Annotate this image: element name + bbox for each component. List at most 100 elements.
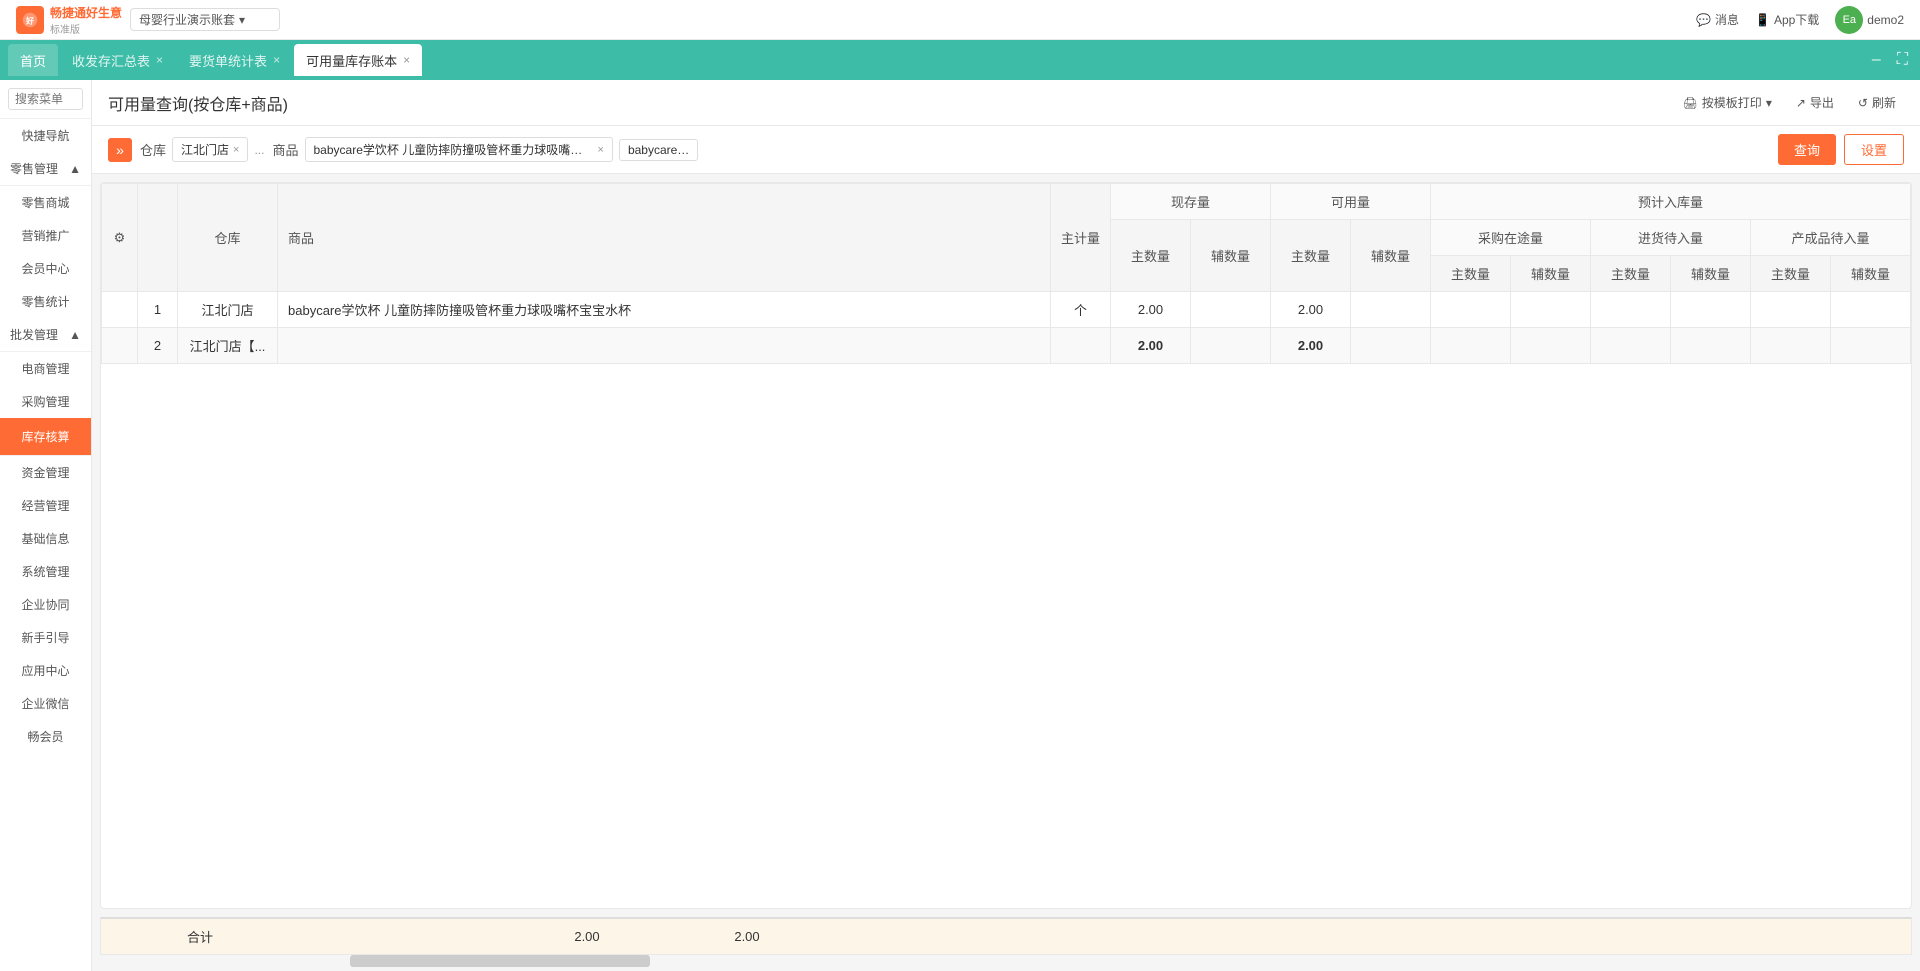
sidebar: 快捷导航 零售管理 ▲ 零售商城 营销推广 会员中心 零售统计 批发管理 ▲ 电…: [0, 80, 92, 971]
sidebar-search-area: [0, 80, 91, 119]
data-table-container: ⚙ 仓库 商品 主计量: [100, 182, 1912, 909]
tab-receive-summary[interactable]: 收发存汇总表 ×: [60, 44, 175, 76]
warehouse-more[interactable]: ...: [254, 143, 264, 157]
user-profile[interactable]: Ea demo2: [1835, 6, 1904, 34]
industry-select-label: 母婴行业演示账套: [139, 11, 235, 28]
td-stock-aux: [1191, 292, 1271, 328]
sidebar-item-purchase-mgmt[interactable]: 采购管理: [0, 385, 91, 418]
subtotal-no: 2: [138, 328, 178, 364]
sidebar-item-finance-mgmt[interactable]: 资金管理: [0, 456, 91, 489]
message-icon: 💬: [1696, 13, 1711, 27]
sidebar-item-retail-stats[interactable]: 零售统计: [0, 285, 91, 318]
refresh-btn[interactable]: ↺ 刷新: [1850, 90, 1904, 115]
sidebar-item-system-mgmt[interactable]: 系统管理: [0, 555, 91, 588]
th-expected-in: 预计入库量: [1431, 184, 1911, 220]
tab-available-stock[interactable]: 可用量库存账本 ×: [294, 44, 422, 76]
sidebar-item-basic-info[interactable]: 基础信息: [0, 522, 91, 555]
sidebar-section-retail-mgmt[interactable]: 零售管理 ▲: [0, 152, 91, 186]
app-download-label: App下载: [1774, 11, 1819, 28]
sidebar-item-retail-mall[interactable]: 零售商城: [0, 186, 91, 219]
td-settings: [102, 292, 138, 328]
th-current-stock: 现存量: [1111, 184, 1271, 220]
tab-receive-summary-close[interactable]: ×: [156, 54, 163, 66]
subtotal-prodp-main: [1751, 328, 1831, 364]
th-available: 可用量: [1271, 184, 1431, 220]
td-warehouse: 江北门店: [178, 292, 278, 328]
total-footer: 合计 2.00 2.00: [100, 917, 1912, 955]
th-stock-main: 主数量: [1111, 220, 1191, 292]
sidebar-item-app-center[interactable]: 应用中心: [0, 654, 91, 687]
sidebar-section-wholesale-mgmt[interactable]: 批发管理 ▲: [0, 318, 91, 352]
sidebar-item-ops-mgmt[interactable]: 经营管理: [0, 489, 91, 522]
export-btn[interactable]: ↗ 导出: [1788, 90, 1842, 115]
sidebar-item-enterprise-coop[interactable]: 企业协同: [0, 588, 91, 621]
product-tag-1[interactable]: babycare学饮杯 儿童防摔防撞吸管杯重力球吸嘴杯宝宝水杯 ×: [305, 137, 613, 162]
template-print-btn[interactable]: 🖨 按模板打印 ▾: [1675, 90, 1780, 115]
sub-brand: 标准版: [50, 21, 122, 36]
tab-purchase-stats[interactable]: 要货单统计表 ×: [177, 44, 292, 76]
sidebar-item-quick-nav[interactable]: 快捷导航: [0, 119, 91, 152]
tab-expand-btn[interactable]: ⛶: [1893, 47, 1912, 73]
subtotal-available-main: 2.00: [1271, 328, 1351, 364]
total-stock-main: 2.00: [547, 929, 627, 944]
page-header: 可用量查询(按仓库+商品) 🖨 按模板打印 ▾ ↗ 导出 ↺ 刷新: [92, 80, 1920, 126]
td-unit: 个: [1050, 292, 1110, 328]
th-settings[interactable]: ⚙: [102, 184, 138, 292]
logo-area: 好 畅捷通好生意 标准版: [16, 4, 122, 36]
subtotal-unit: [1050, 328, 1110, 364]
sidebar-item-vip-member[interactable]: 畅会员: [0, 720, 91, 753]
tab-available-stock-close[interactable]: ×: [403, 54, 410, 66]
th-prodp-aux: 辅数量: [1831, 256, 1911, 292]
warehouse-tag-jiangbei[interactable]: 江北门店 ×: [172, 137, 248, 162]
sidebar-item-inventory-check[interactable]: 库存核算: [0, 418, 91, 456]
product-tag-1-text: babycare学饮杯 儿童防摔防撞吸管杯重力球吸嘴杯宝宝水杯: [314, 141, 594, 158]
sidebar-item-member-center[interactable]: 会员中心: [0, 252, 91, 285]
top-bar-right: 💬 消息 📱 App下载 Ea demo2: [1696, 6, 1904, 34]
top-bar-left: 好 畅捷通好生意 标准版 母婴行业演示账套 ▾: [16, 4, 280, 36]
tab-purchase-stats-label: 要货单统计表: [189, 51, 267, 70]
td-prodp-aux: [1831, 292, 1911, 328]
product-tag-2-text: babycare…: [628, 143, 689, 157]
sidebar-item-ecommerce-mgmt[interactable]: 电商管理: [0, 352, 91, 385]
tab-minimize-btn[interactable]: –: [1868, 47, 1885, 73]
template-print-icon: 🖨: [1683, 96, 1698, 110]
td-pp-main: [1591, 292, 1671, 328]
template-print-chevron: ▾: [1766, 96, 1772, 110]
tab-home[interactable]: 首页: [8, 44, 58, 76]
table-row: 1 江北门店 babycare学饮杯 儿童防摔防撞吸管杯重力球吸嘴杯宝宝水杯 个: [102, 292, 1911, 328]
tab-purchase-stats-close[interactable]: ×: [273, 54, 280, 66]
th-product: 商品: [278, 184, 1051, 292]
avatar-text: Ea: [1843, 14, 1856, 26]
subtotal-stock-aux: [1191, 328, 1271, 364]
sidebar-item-enterprise-wechat[interactable]: 企业微信: [0, 687, 91, 720]
content-area: 可用量查询(按仓库+商品) 🖨 按模板打印 ▾ ↗ 导出 ↺ 刷新: [92, 80, 1920, 971]
settings-button[interactable]: 设置: [1844, 134, 1904, 165]
filter-expand-btn[interactable]: »: [108, 138, 132, 162]
th-purchase-transit: 采购在途量: [1431, 220, 1591, 256]
subtotal-pp-aux: [1671, 328, 1751, 364]
scrollbar-thumb[interactable]: [350, 955, 650, 967]
sidebar-item-enterprise-wechat-label: 企业微信: [21, 697, 69, 711]
th-pp-main: 主数量: [1591, 256, 1671, 292]
horizontal-scrollbar[interactable]: [100, 955, 1912, 967]
sidebar-search-input[interactable]: [8, 88, 83, 110]
td-no: 1: [138, 292, 178, 328]
product-tag-2[interactable]: babycare…: [619, 139, 698, 161]
page-actions: 🖨 按模板打印 ▾ ↗ 导出 ↺ 刷新: [1675, 90, 1904, 115]
td-prodp-main: [1751, 292, 1831, 328]
industry-select[interactable]: 母婴行业演示账套 ▾: [130, 8, 280, 31]
app-download-btn[interactable]: 📱 App下载: [1755, 11, 1819, 28]
message-btn[interactable]: 💬 消息: [1696, 11, 1739, 28]
sidebar-item-new-guide[interactable]: 新手引导: [0, 621, 91, 654]
query-button[interactable]: 查询: [1778, 134, 1836, 165]
subtotal-pt-main: [1431, 328, 1511, 364]
subtotal-pp-main: [1591, 328, 1671, 364]
th-warehouse: 仓库: [178, 184, 278, 292]
sidebar-item-enterprise-coop-label: 企业协同: [21, 598, 69, 612]
sidebar-item-new-guide-label: 新手引导: [21, 631, 69, 645]
product-tag-1-close[interactable]: ×: [598, 144, 604, 156]
sidebar-item-marketing[interactable]: 营销推广: [0, 219, 91, 252]
brand-info: 畅捷通好生意 标准版: [50, 4, 122, 36]
subtotal-row: 2 江北门店【... 2.00 2.00: [102, 328, 1911, 364]
warehouse-tag-jiangbei-close[interactable]: ×: [233, 144, 239, 156]
